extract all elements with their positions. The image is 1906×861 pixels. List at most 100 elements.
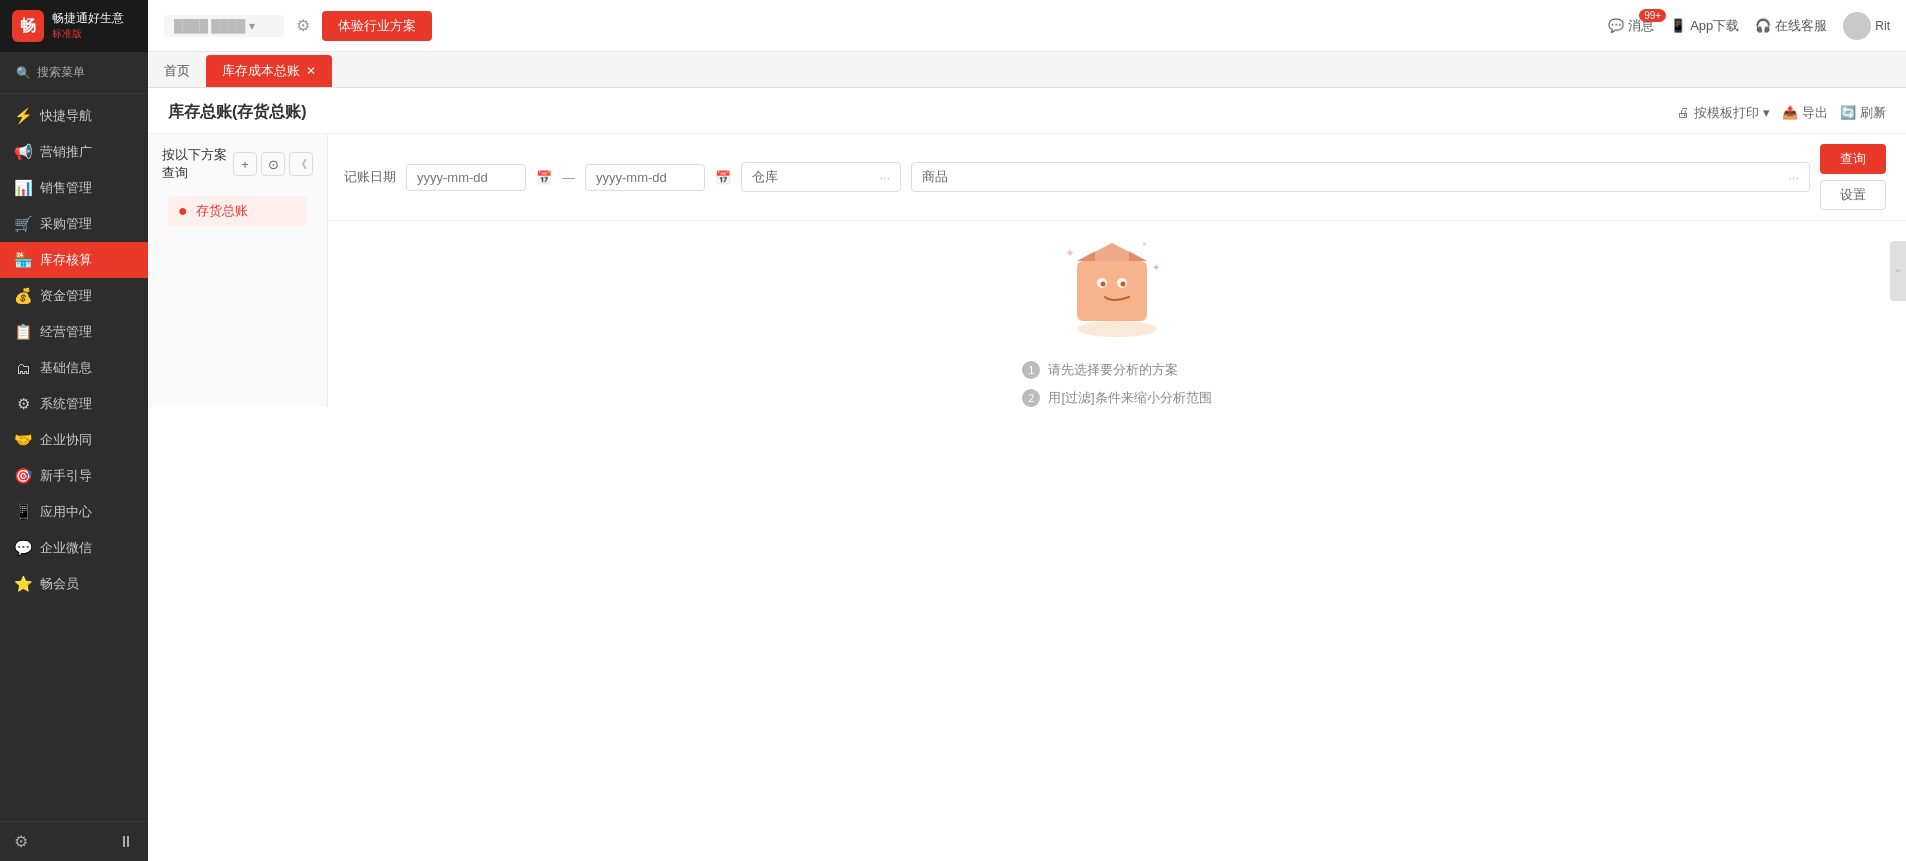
- calendar-start-icon[interactable]: 📅: [536, 170, 552, 185]
- quicknav-icon: ⚡: [14, 107, 32, 125]
- tip-text-2: 用[过滤]条件来缩小分析范围: [1048, 389, 1211, 407]
- sidebar-item-enterprise[interactable]: 🤝 企业协同: [0, 422, 148, 458]
- svg-point-0: [1077, 321, 1157, 337]
- right-panel-toggle[interactable]: ›: [1890, 241, 1906, 301]
- svg-rect-1: [1077, 261, 1147, 321]
- search-menu-button[interactable]: 🔍 搜索菜单: [10, 60, 138, 85]
- finance-icon: 💰: [14, 287, 32, 305]
- query-button[interactable]: 查询: [1820, 144, 1886, 174]
- demo-button[interactable]: 体验行业方案: [322, 11, 432, 41]
- audio-footer-icon[interactable]: ⏸: [118, 833, 134, 851]
- sidebar-item-member[interactable]: ⭐ 畅会员: [0, 566, 148, 602]
- filter-label: 按以下方案查询: [162, 146, 233, 182]
- phone-icon: 📱: [1670, 18, 1686, 33]
- goods-selector[interactable]: 商品 ···: [911, 162, 1810, 192]
- filter-add-button[interactable]: +: [233, 152, 257, 176]
- sidebar-item-operations[interactable]: 📋 经营管理: [0, 314, 148, 350]
- breadcrumb-text: ████ ████: [174, 19, 245, 33]
- tab-close-icon[interactable]: ✕: [306, 64, 316, 78]
- date-end-input[interactable]: [585, 164, 705, 191]
- date-field-label: 记账日期: [344, 168, 396, 186]
- enterprise-icon: 🤝: [14, 431, 32, 449]
- calendar-end-icon[interactable]: 📅: [715, 170, 731, 185]
- print-button[interactable]: 🖨 按模板打印 ▾: [1677, 104, 1770, 122]
- sidebar-logo: 畅 畅捷通好生意 标准版: [0, 0, 148, 52]
- sidebar-nav: ⚡ 快捷导航 📢 营销推广 📊 销售管理 🛒 采购管理 🏪 库存核算 💰 资金管…: [0, 94, 148, 821]
- tabbar: 首页 库存成本总账 ✕: [148, 52, 1906, 88]
- warehouse-selector[interactable]: 仓库 ···: [741, 162, 901, 192]
- sidebar-item-sales[interactable]: 📊 销售管理: [0, 170, 148, 206]
- scheme-list: ● 存货总账: [148, 188, 327, 234]
- tab-inventory-ledger[interactable]: 库存成本总账 ✕: [206, 55, 332, 87]
- filter-sidebar: 按以下方案查询 + ⊙ 《 ● 存货总账: [148, 134, 328, 407]
- toggle-icon: ›: [1893, 269, 1904, 272]
- svg-point-4: [1100, 282, 1105, 287]
- refresh-icon: 🔄: [1840, 105, 1856, 120]
- goods-more-icon: ···: [1788, 170, 1799, 185]
- user-avatar-area[interactable]: Rit: [1843, 12, 1890, 40]
- appcenter-icon: 📱: [14, 503, 32, 521]
- print-icon: 🖨: [1677, 105, 1690, 120]
- filter-settings-button[interactable]: ⊙: [261, 152, 285, 176]
- settings-footer-icon[interactable]: ⚙: [14, 832, 28, 851]
- purchase-icon: 🛒: [14, 215, 32, 233]
- sidebar: 畅 畅捷通好生意 标准版 🔍 搜索菜单 ⚡ 快捷导航 📢 营销推广 📊 销售管理…: [0, 0, 148, 861]
- filter-sidebar-header: 按以下方案查询 + ⊙ 《: [148, 134, 327, 188]
- svg-point-5: [1120, 282, 1125, 287]
- topbar-settings-icon[interactable]: ⚙: [296, 16, 310, 35]
- tab-home[interactable]: 首页: [148, 55, 206, 87]
- svg-text:✦: ✦: [1152, 262, 1160, 273]
- page-area: 库存总账(存货总账) 🖨 按模板打印 ▾ 📤 导出 🔄 刷新 ✕: [148, 88, 1906, 861]
- search-icon: 🔍: [16, 66, 31, 80]
- basic-icon: 🗂: [14, 360, 32, 377]
- svg-text:✦: ✦: [1065, 246, 1075, 260]
- sidebar-item-inventory[interactable]: 🏪 库存核算: [0, 242, 148, 278]
- sidebar-item-system[interactable]: ⚙ 系统管理: [0, 386, 148, 422]
- empty-state: ✦ ✦ ● 1 请先选择要分析的方案 2 用[过滤]条件来缩小分析范围: [1022, 221, 1211, 407]
- scheme-item-inventory[interactable]: ● 存货总账: [168, 196, 307, 226]
- filter-settings-button[interactable]: 设置: [1820, 180, 1886, 210]
- panel-close-icon[interactable]: ✕: [1873, 102, 1886, 121]
- filter-action-group: + ⊙ 《: [233, 152, 313, 176]
- export-button[interactable]: 📤 导出: [1782, 104, 1828, 122]
- query-action-group: 查询 设置: [1820, 144, 1886, 210]
- empty-illustration: ✦ ✦ ●: [1057, 221, 1177, 341]
- messages-button[interactable]: 💬 消息 99+: [1608, 17, 1654, 35]
- tip-num-1: 1: [1022, 361, 1040, 379]
- topbar: ████ ████ ▾ ⚙ 体验行业方案 💬 消息 99+ 📱 App下载 🎧 …: [148, 0, 1906, 52]
- content-body: ✦ ✦ ● 1 请先选择要分析的方案 2 用[过滤]条件来缩小分析范围: [328, 221, 1906, 407]
- print-dropdown-icon[interactable]: ▾: [1763, 105, 1770, 120]
- topbar-right: 💬 消息 99+ 📱 App下载 🎧 在线客服 Rit: [1608, 12, 1890, 40]
- message-icon: 💬: [1608, 18, 1624, 33]
- user-avatar: [1843, 12, 1871, 40]
- username-label: Rit: [1875, 19, 1890, 33]
- sidebar-item-purchase[interactable]: 🛒 采购管理: [0, 206, 148, 242]
- filter-collapse-button[interactable]: 《: [289, 152, 313, 176]
- app-download-button[interactable]: 📱 App下载: [1670, 17, 1739, 35]
- page-header: 库存总账(存货总账) 🖨 按模板打印 ▾ 📤 导出 🔄 刷新 ✕: [148, 88, 1906, 134]
- system-icon: ⚙: [14, 395, 32, 413]
- breadcrumb[interactable]: ████ ████ ▾: [164, 15, 284, 37]
- online-support-button[interactable]: 🎧 在线客服: [1755, 17, 1827, 35]
- sidebar-item-newbie[interactable]: 🎯 新手引导: [0, 458, 148, 494]
- sidebar-item-appcenter[interactable]: 📱 应用中心: [0, 494, 148, 530]
- filter-row: 记账日期 📅 — 📅 仓库 ··· 商品 ··· 查询: [328, 134, 1906, 221]
- content-panel: 记账日期 📅 — 📅 仓库 ··· 商品 ··· 查询: [328, 134, 1906, 407]
- sidebar-item-basic[interactable]: 🗂 基础信息: [0, 350, 148, 386]
- sidebar-item-marketing[interactable]: 📢 营销推广: [0, 134, 148, 170]
- sidebar-item-quicknav[interactable]: ⚡ 快捷导航: [0, 98, 148, 134]
- scheme-dot-icon: ●: [178, 202, 188, 220]
- sidebar-item-wechat[interactable]: 💬 企业微信: [0, 530, 148, 566]
- sidebar-search-area[interactable]: 🔍 搜索菜单: [0, 52, 148, 94]
- inventory-icon: 🏪: [14, 251, 32, 269]
- member-icon: ⭐: [14, 575, 32, 593]
- breadcrumb-dropdown-icon[interactable]: ▾: [249, 19, 255, 33]
- empty-tip-1: 1 请先选择要分析的方案: [1022, 361, 1211, 379]
- warehouse-more-icon: ···: [879, 170, 890, 185]
- empty-tip-2: 2 用[过滤]条件来缩小分析范围: [1022, 389, 1211, 407]
- date-start-input[interactable]: [406, 164, 526, 191]
- message-badge: 99+: [1639, 9, 1666, 22]
- export-icon: 📤: [1782, 105, 1798, 120]
- main-body: 按以下方案查询 + ⊙ 《 ● 存货总账: [148, 134, 1906, 407]
- sidebar-item-finance[interactable]: 💰 资金管理: [0, 278, 148, 314]
